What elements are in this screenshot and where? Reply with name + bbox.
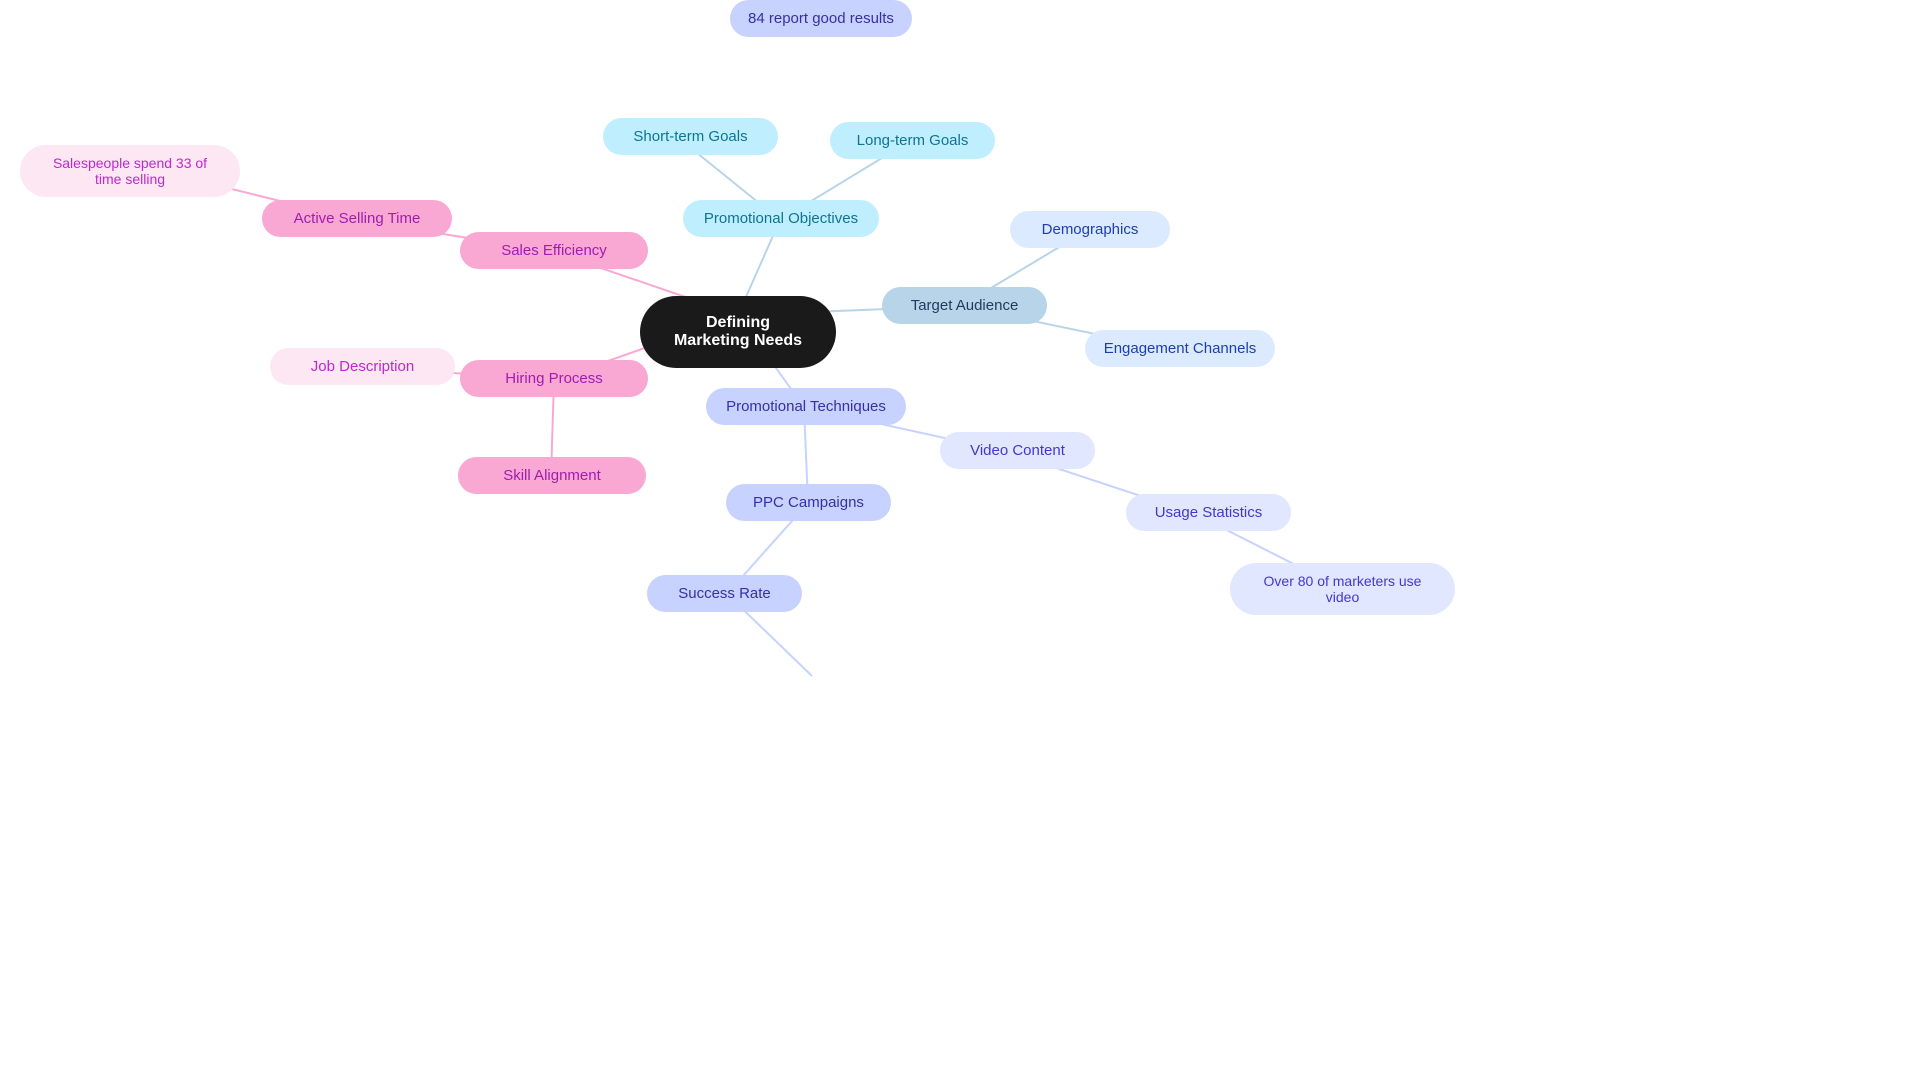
report84-node[interactable]: 84 report good results [730, 0, 912, 37]
ppc-campaigns-node[interactable]: PPC Campaigns [726, 484, 891, 521]
sales-efficiency-node[interactable]: Sales Efficiency [460, 232, 648, 269]
target-audience-node[interactable]: Target Audience [882, 287, 1047, 324]
short-term-goals-node[interactable]: Short-term Goals [603, 118, 778, 155]
center-node[interactable]: Defining Marketing Needs [640, 296, 836, 368]
demographics-node[interactable]: Demographics [1010, 211, 1170, 248]
skill-alignment-node[interactable]: Skill Alignment [458, 457, 646, 494]
success-rate-node[interactable]: Success Rate [647, 575, 802, 612]
promotional-objectives-node[interactable]: Promotional Objectives [683, 200, 879, 237]
promotional-techniques-node[interactable]: Promotional Techniques [706, 388, 906, 425]
hiring-process-node[interactable]: Hiring Process [460, 360, 648, 397]
salespeople-node[interactable]: Salespeople spend 33 of time selling [20, 145, 240, 197]
usage-statistics-node[interactable]: Usage Statistics [1126, 494, 1291, 531]
engagement-channels-node[interactable]: Engagement Channels [1085, 330, 1275, 367]
over80-node[interactable]: Over 80 of marketers use video [1230, 563, 1455, 615]
job-description-node[interactable]: Job Description [270, 348, 455, 385]
active-selling-node[interactable]: Active Selling Time [262, 200, 452, 237]
video-content-node[interactable]: Video Content [940, 432, 1095, 469]
long-term-goals-node[interactable]: Long-term Goals [830, 122, 995, 159]
